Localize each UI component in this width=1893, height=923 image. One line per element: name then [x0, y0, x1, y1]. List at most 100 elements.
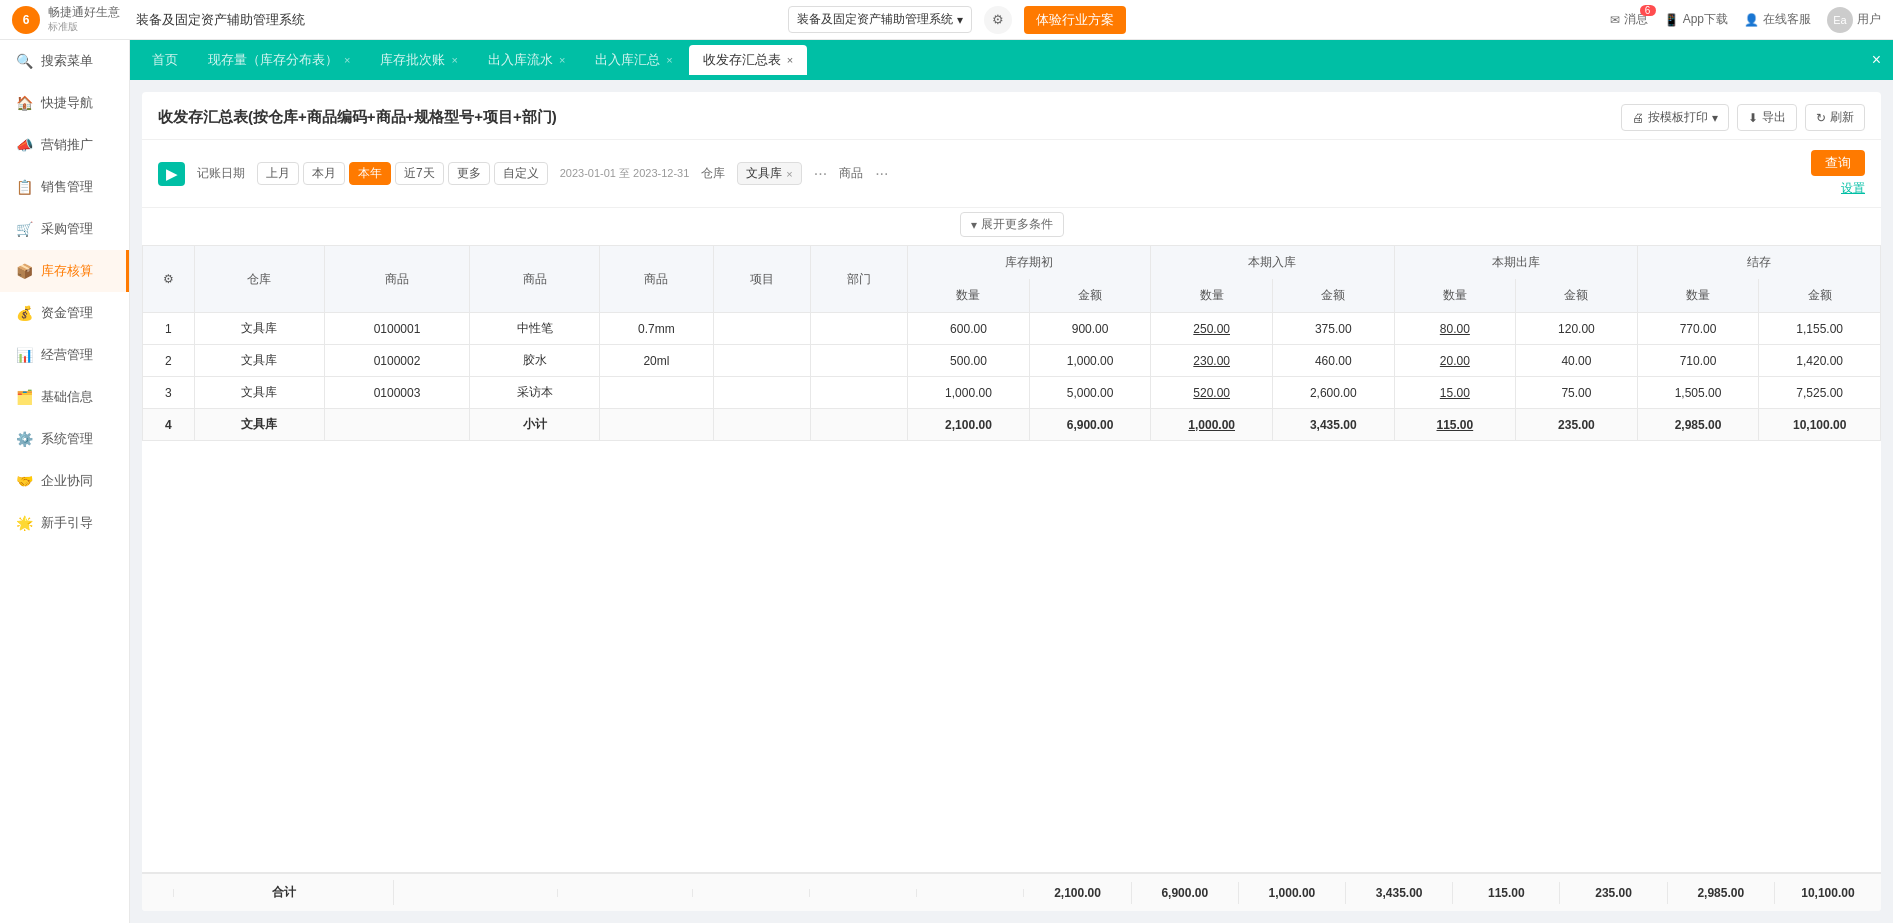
app-download-button[interactable]: 📱 App下载	[1664, 11, 1728, 28]
sidebar-item-basic[interactable]: 🗂️ 基础信息	[0, 376, 129, 418]
guide-icon: 🌟	[16, 515, 33, 531]
sidebar-item-operations[interactable]: 📊 经营管理	[0, 334, 129, 376]
tab-stock-dist[interactable]: 现存量（库存分布表） ×	[194, 45, 364, 75]
warehouse-tag-close[interactable]: ×	[786, 168, 792, 180]
row-warehouse: 文具库	[194, 345, 324, 377]
row-out-qty[interactable]: 15.00	[1394, 377, 1516, 409]
tab-close-icon[interactable]: ×	[666, 54, 672, 66]
row-spec: 20ml	[600, 345, 713, 377]
row-name: 采访本	[470, 377, 600, 409]
date-btn-custom[interactable]: 自定义	[494, 162, 548, 185]
sidebar-item-search[interactable]: 🔍 搜索菜单	[0, 40, 129, 82]
row-out-qty[interactable]: 20.00	[1394, 345, 1516, 377]
inventory-icon: 📦	[16, 263, 33, 279]
date-btn-7days[interactable]: 近7天	[395, 162, 444, 185]
service-icon: 👤	[1744, 13, 1759, 27]
data-table: ⚙ 仓库 商品 商品 商品 项目 部门 库存期初 本期入库 本期出库 结存	[142, 245, 1881, 441]
sidebar-item-label: 库存核算	[41, 262, 93, 280]
date-range-display: 2023-01-01 至 2023-12-31	[560, 166, 690, 181]
warehouse-more-button[interactable]: ···	[814, 165, 827, 183]
tab-batch[interactable]: 库存批次账 ×	[366, 45, 471, 75]
row-init-amt: 5,000.00	[1029, 377, 1151, 409]
print-button[interactable]: 🖨 按模板打印 ▾	[1621, 104, 1729, 131]
refresh-icon: ↻	[1816, 111, 1826, 125]
sidebar-item-finance[interactable]: 💰 资金管理	[0, 292, 129, 334]
row-init-amt: 900.00	[1029, 313, 1151, 345]
subtotal-end-amt: 10,100.00	[1759, 409, 1881, 441]
col-end-qty-header: 数量	[1637, 279, 1759, 313]
tab-flow[interactable]: 出入库流水 ×	[474, 45, 579, 75]
date-btn-this-year[interactable]: 本年	[349, 162, 391, 185]
sidebar-item-collab[interactable]: 🤝 企业协同	[0, 460, 129, 502]
settings-link[interactable]: 设置	[1841, 180, 1865, 197]
row-out-qty[interactable]: 80.00	[1394, 313, 1516, 345]
tab-home[interactable]: 首页	[138, 45, 192, 75]
sidebar-item-guide[interactable]: 🌟 新手引导	[0, 502, 129, 544]
sidebar-item-sales[interactable]: 📋 销售管理	[0, 166, 129, 208]
footer-init-qty: 2,100.00	[1024, 882, 1131, 904]
sidebar-item-marketing[interactable]: 📣 营销推广	[0, 124, 129, 166]
row-end-qty: 710.00	[1637, 345, 1759, 377]
close-all-tabs-button[interactable]: ×	[1868, 47, 1885, 73]
query-button[interactable]: 查询	[1811, 150, 1865, 176]
footer-init-amt: 6,900.00	[1132, 882, 1239, 904]
system-name: 装备及固定资产辅助管理系统	[136, 11, 305, 29]
try-industry-button[interactable]: 体验行业方案	[1024, 6, 1126, 34]
system-selector[interactable]: 装备及固定资产辅助管理系统 ▾	[788, 6, 972, 33]
user-menu-button[interactable]: Ea 用户	[1827, 7, 1881, 33]
settings-button[interactable]: ⚙	[984, 6, 1012, 34]
table-container: ⚙ 仓库 商品 商品 商品 项目 部门 库存期初 本期入库 本期出库 结存	[142, 245, 1881, 872]
tab-close-icon[interactable]: ×	[451, 54, 457, 66]
subtotal-init-amt: 6,900.00	[1029, 409, 1151, 441]
date-btn-last-month[interactable]: 上月	[257, 162, 299, 185]
logo-area: 6 畅捷通好生意 标准版 装备及固定资产辅助管理系统	[12, 5, 305, 35]
subtotal-in-qty[interactable]: 1,000.00	[1151, 409, 1273, 441]
subtotal-out-qty[interactable]: 115.00	[1394, 409, 1516, 441]
expand-conditions-button[interactable]: ▾ 展开更多条件	[960, 212, 1064, 237]
refresh-button[interactable]: ↻ 刷新	[1805, 104, 1865, 131]
row-end-amt: 1,155.00	[1759, 313, 1881, 345]
print-label: 按模板打印	[1648, 109, 1708, 126]
row-init-qty: 1,000.00	[908, 377, 1030, 409]
row-init-qty: 600.00	[908, 313, 1030, 345]
row-in-qty[interactable]: 230.00	[1151, 345, 1273, 377]
row-end-qty: 770.00	[1637, 313, 1759, 345]
col-spec-header: 商品	[600, 246, 713, 313]
system-selector-text: 装备及固定资产辅助管理系统	[797, 11, 953, 28]
tab-label: 出入库流水	[488, 51, 553, 69]
col-out-header: 本期出库	[1394, 246, 1637, 280]
tab-close-icon[interactable]: ×	[344, 54, 350, 66]
row-code: 0100001	[324, 313, 470, 345]
filter-toggle-button[interactable]: ▶	[158, 162, 185, 186]
date-btn-more[interactable]: 更多	[448, 162, 490, 185]
date-btn-this-month[interactable]: 本月	[303, 162, 345, 185]
goods-more-button[interactable]: ···	[875, 165, 888, 183]
row-in-qty[interactable]: 520.00	[1151, 377, 1273, 409]
row-idx: 3	[143, 377, 195, 409]
date-filter-label: 记账日期	[197, 165, 245, 182]
sidebar-item-purchase[interactable]: 🛒 采购管理	[0, 208, 129, 250]
tab-summary[interactable]: 出入库汇总 ×	[581, 45, 686, 75]
col-settings[interactable]: ⚙	[143, 246, 195, 313]
export-button[interactable]: ⬇ 导出	[1737, 104, 1797, 131]
tab-recv-send[interactable]: 收发存汇总表 ×	[689, 45, 807, 75]
sidebar-item-system[interactable]: ⚙️ 系统管理	[0, 418, 129, 460]
online-service-button[interactable]: 👤 在线客服	[1744, 11, 1811, 28]
tab-close-icon[interactable]: ×	[787, 54, 793, 66]
app-download-label: App下载	[1683, 11, 1728, 28]
footer-out-qty: 115.00	[1453, 882, 1560, 904]
row-out-amt: 120.00	[1516, 313, 1638, 345]
row-in-amt: 2,600.00	[1272, 377, 1394, 409]
sidebar-item-inventory[interactable]: 📦 库存核算	[0, 250, 129, 292]
col-end-amt-header: 金额	[1759, 279, 1881, 313]
sidebar-item-quicknav[interactable]: 🏠 快捷导航	[0, 82, 129, 124]
messages-button[interactable]: ✉ 消息 6	[1610, 11, 1648, 28]
tab-close-icon[interactable]: ×	[559, 54, 565, 66]
row-in-qty[interactable]: 250.00	[1151, 313, 1273, 345]
col-in-qty-header: 数量	[1151, 279, 1273, 313]
footer-code-spacer	[394, 889, 558, 897]
row-spec: 0.7mm	[600, 313, 713, 345]
subtotal-spec	[600, 409, 713, 441]
export-label: 导出	[1762, 109, 1786, 126]
expand-icon: ▾	[971, 218, 977, 232]
